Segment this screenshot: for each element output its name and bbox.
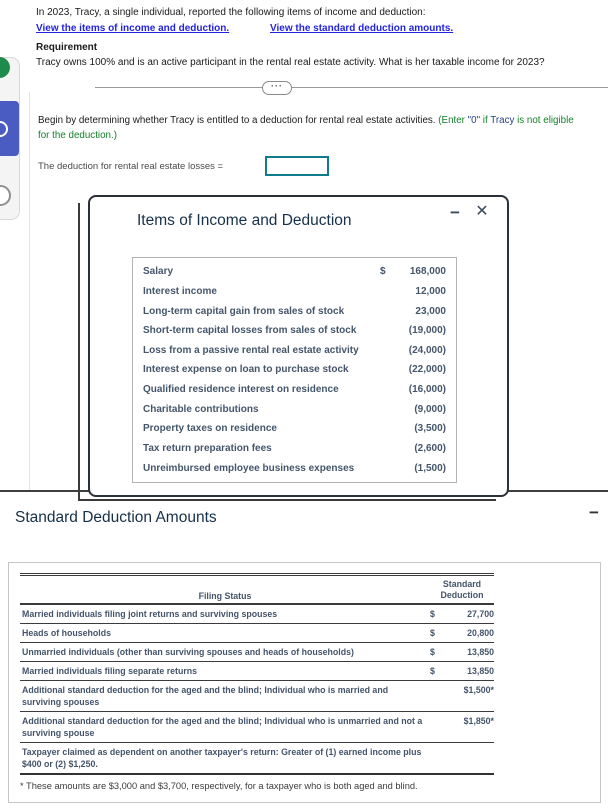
- instruction-hint-line2: for the deduction.): [38, 130, 117, 141]
- deduction-input[interactable]: [265, 156, 329, 176]
- items-table-row: Charitable contributions (9,000): [143, 403, 446, 415]
- items-table: Salary $ 168,000 Interest income 12,000 …: [132, 257, 457, 483]
- question-complete-icon[interactable]: [0, 57, 10, 78]
- items-table-row: Interest expense on loan to purchase sto…: [143, 364, 446, 376]
- table-row: Heads of households $ 20,800: [20, 624, 494, 643]
- section-divider-line: [95, 87, 608, 88]
- filing-status-header: Filing Status: [198, 591, 252, 601]
- items-table-row: Tax return preparation fees (2,600): [143, 442, 446, 454]
- standard-deduction-section-title: Standard Deduction Amounts: [15, 509, 217, 526]
- instruction-text: Begin by determining whether Tracy is en…: [38, 115, 574, 141]
- table-row: Unmarried individuals (other than surviv…: [20, 643, 494, 662]
- question-progress-icon: [0, 121, 8, 137]
- standard-deduction-minimize-button[interactable]: −: [585, 504, 603, 521]
- table-row: Married individuals filing separate retu…: [20, 662, 494, 681]
- standard-deduction-header: Standard Deduction: [440, 579, 484, 600]
- items-dialog: Items of Income and Deduction − ✕ Salary…: [78, 195, 509, 501]
- requirement-heading: Requirement: [36, 42, 98, 53]
- content-left-border: [29, 92, 30, 490]
- collapse-ellipsis-button[interactable]: ···: [262, 81, 292, 95]
- standard-deduction-table: Filing Status Standard Deduction Married…: [20, 573, 494, 791]
- items-table-row: Salary $ 168,000: [143, 266, 446, 278]
- requirement-text: Tracy owns 100% and is an active partici…: [36, 57, 545, 68]
- view-items-link[interactable]: View the items of income and deduction.: [36, 23, 229, 34]
- table-row: Taxpayer claimed as dependent on another…: [20, 743, 494, 775]
- items-table-row: Short-term capital losses from sales of …: [143, 325, 446, 337]
- standard-deduction-panel: Filing Status Standard Deduction Married…: [8, 562, 601, 803]
- problem-intro-text: In 2023, Tracy, a single individual, rep…: [36, 7, 426, 18]
- items-table-row: Unreimbursed employee business expenses …: [143, 462, 446, 474]
- table-header-row: Filing Status Standard Deduction: [20, 573, 494, 605]
- items-table-row: Qualified residence interest on residenc…: [143, 384, 446, 396]
- table-row: Additional standard deduction for the ag…: [20, 681, 494, 712]
- instruction-sentence: Begin by determining whether Tracy is en…: [38, 115, 439, 126]
- items-table-row: Property taxes on residence (3,500): [143, 423, 446, 435]
- items-dialog-close-icon[interactable]: ✕: [471, 201, 493, 223]
- table-row: Married individuals filing joint returns…: [20, 605, 494, 624]
- view-standard-deduction-link[interactable]: View the standard deduction amounts.: [270, 23, 453, 34]
- items-table-row: Loss from a passive rental real estate a…: [143, 344, 446, 356]
- deduction-equation-label: The deduction for rental real estate los…: [38, 161, 224, 172]
- question-nav-sidebar: [0, 57, 20, 220]
- question-current-item[interactable]: [0, 101, 19, 156]
- question-pending-icon[interactable]: [0, 185, 11, 206]
- table-row: Additional standard deduction for the ag…: [20, 712, 494, 743]
- items-dialog-title: Items of Income and Deduction: [137, 212, 352, 229]
- table-footnote: * These amounts are $3,000 and $3,700, r…: [20, 781, 418, 791]
- items-dialog-minimize-button[interactable]: −: [446, 204, 464, 221]
- items-table-row: Interest income 12,000: [143, 285, 446, 297]
- items-table-row: Long-term capital gain from sales of sto…: [143, 305, 446, 317]
